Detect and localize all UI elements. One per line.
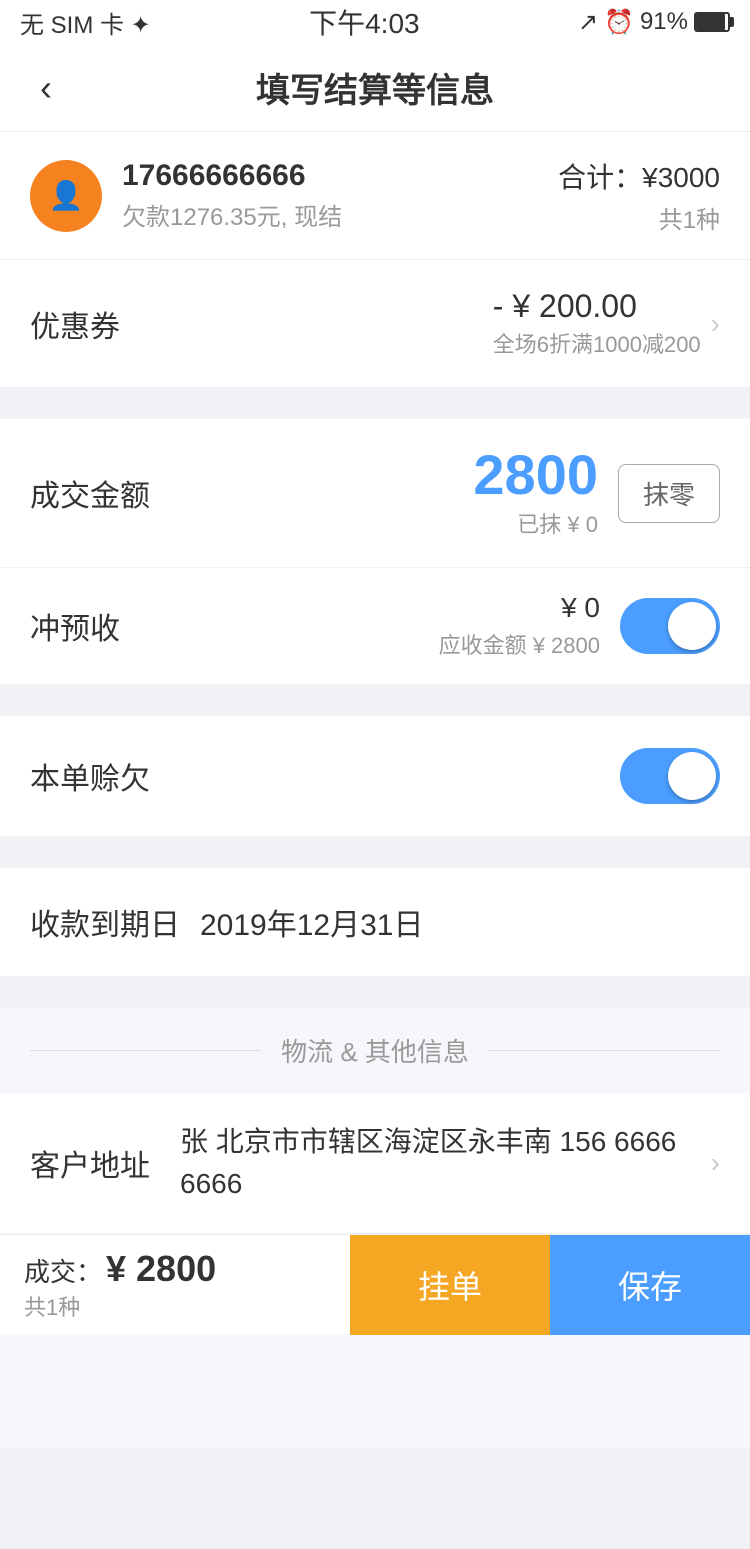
- customer-phone: 17666666666: [122, 159, 342, 193]
- page-title: 填写结算等信息: [256, 63, 494, 112]
- divider-2: [0, 700, 750, 716]
- round-button[interactable]: 抹零: [618, 464, 720, 523]
- alarm-icon: ⏰: [604, 8, 634, 37]
- amount-row: 成交金额 2800 已抹 ¥ 0 抹零: [0, 419, 750, 567]
- bottom-summary: 成交： ¥ 2800 共1种: [0, 1248, 350, 1322]
- bottom-spacer: [0, 1449, 750, 1549]
- bottom-bar: 成交： ¥ 2800 共1种 挂单 保存: [0, 1234, 750, 1334]
- due-date-value: 2019年12月31日: [200, 900, 423, 944]
- amount-value: 2800: [473, 447, 598, 503]
- total-count: 共1种: [558, 200, 720, 235]
- coupon-discount: - ¥ 200.00: [493, 288, 701, 325]
- debit-toggle-knob: [668, 752, 716, 800]
- prepay-main-amount: ¥ 0: [439, 592, 600, 624]
- prepay-label: 冲预收: [30, 604, 120, 648]
- customer-info: 17666666666 欠款1276.35元, 现结: [122, 159, 342, 232]
- bottom-deal-row: 成交： ¥ 2800: [24, 1248, 326, 1290]
- customer-row: 👤 17666666666 欠款1276.35元, 现结 合计：¥3000 共1…: [0, 132, 750, 259]
- amount-value-container: 2800 已抹 ¥ 0: [473, 447, 598, 539]
- amount-right: 2800 已抹 ¥ 0 抹零: [473, 447, 720, 539]
- address-chevron-icon: ›: [711, 1147, 720, 1179]
- address-label: 客户地址: [30, 1141, 150, 1185]
- prepay-row: 冲预收 ¥ 0 应收金额 ¥ 2800: [0, 567, 750, 684]
- status-time: 下午4:03: [309, 2, 420, 42]
- customer-left: 👤 17666666666 欠款1276.35元, 现结: [30, 159, 342, 232]
- coupon-row[interactable]: 优惠券 - ¥ 200.00 全场6折满1000减200 ›: [0, 259, 750, 387]
- prepay-right: ¥ 0 应收金额 ¥ 2800: [439, 592, 720, 660]
- address-value: 张 北京市市辖区海淀区永丰南 156 6666 6666: [180, 1121, 711, 1205]
- prepay-toggle[interactable]: [620, 598, 720, 654]
- sep-line-left: [30, 1050, 261, 1051]
- divider-3: [0, 852, 750, 868]
- coupon-desc: 全场6折满1000减200: [493, 327, 701, 359]
- customer-section: 👤 17666666666 欠款1276.35元, 现结 合计：¥3000 共1…: [0, 132, 750, 387]
- debit-label: 本单赊欠: [30, 754, 150, 798]
- customer-right: 合计：¥3000 共1种: [558, 156, 720, 235]
- bottom-count: 共1种: [24, 1290, 326, 1322]
- status-right: ↗ ⏰ 91%: [578, 8, 730, 37]
- prepay-toggle-knob: [668, 602, 716, 650]
- location-icon: ↗: [578, 8, 598, 37]
- total-amount: 合计：¥3000: [558, 156, 720, 196]
- divider-4: [0, 992, 750, 1008]
- logistics-label: 物流 & 其他信息: [281, 1032, 469, 1069]
- prepay-sub-amount: 应收金额 ¥ 2800: [439, 628, 600, 660]
- bottom-deal-label: 成交：: [24, 1252, 102, 1289]
- sim-status: 无 SIM 卡 ✦: [20, 5, 151, 40]
- logistics-separator: 物流 & 其他信息: [0, 1008, 750, 1093]
- back-button[interactable]: ‹: [30, 57, 62, 119]
- coupon-label: 优惠券: [30, 302, 120, 346]
- due-date-label: 收款到期日: [30, 900, 180, 944]
- save-button[interactable]: 保存: [550, 1235, 750, 1335]
- avatar: 👤: [30, 160, 102, 232]
- customer-debt: 欠款1276.35元, 现结: [122, 197, 342, 232]
- debit-row: 本单赊欠: [0, 716, 750, 836]
- amount-sub: 已抹 ¥ 0: [473, 507, 598, 539]
- amount-section: 成交金额 2800 已抹 ¥ 0 抹零 冲预收 ¥ 0 应收金额 ¥ 2800: [0, 419, 750, 684]
- amount-label: 成交金额: [30, 471, 150, 515]
- address-row[interactable]: 客户地址 张 北京市市辖区海淀区永丰南 156 6666 6666 ›: [0, 1093, 750, 1233]
- hold-button[interactable]: 挂单: [350, 1235, 550, 1335]
- prepay-amounts: ¥ 0 应收金额 ¥ 2800: [439, 592, 600, 660]
- debit-toggle[interactable]: [620, 748, 720, 804]
- nav-bar: ‹ 填写结算等信息: [0, 44, 750, 132]
- status-left: 无 SIM 卡 ✦: [20, 5, 151, 40]
- status-bar: 无 SIM 卡 ✦ 下午4:03 ↗ ⏰ 91%: [0, 0, 750, 44]
- coupon-chevron-icon: ›: [711, 308, 720, 340]
- coupon-right: - ¥ 200.00 全场6折满1000减200 ›: [493, 288, 720, 359]
- bottom-deal-amount: ¥ 2800: [106, 1248, 216, 1290]
- sep-line-right: [489, 1050, 720, 1051]
- battery-icon: [694, 12, 730, 32]
- avatar-icon: 👤: [49, 179, 84, 212]
- coupon-info: - ¥ 200.00 全场6折满1000减200: [493, 288, 701, 359]
- due-date-row: 收款到期日 2019年12月31日: [0, 868, 750, 976]
- battery-status: 91%: [640, 8, 688, 36]
- divider-1: [0, 403, 750, 419]
